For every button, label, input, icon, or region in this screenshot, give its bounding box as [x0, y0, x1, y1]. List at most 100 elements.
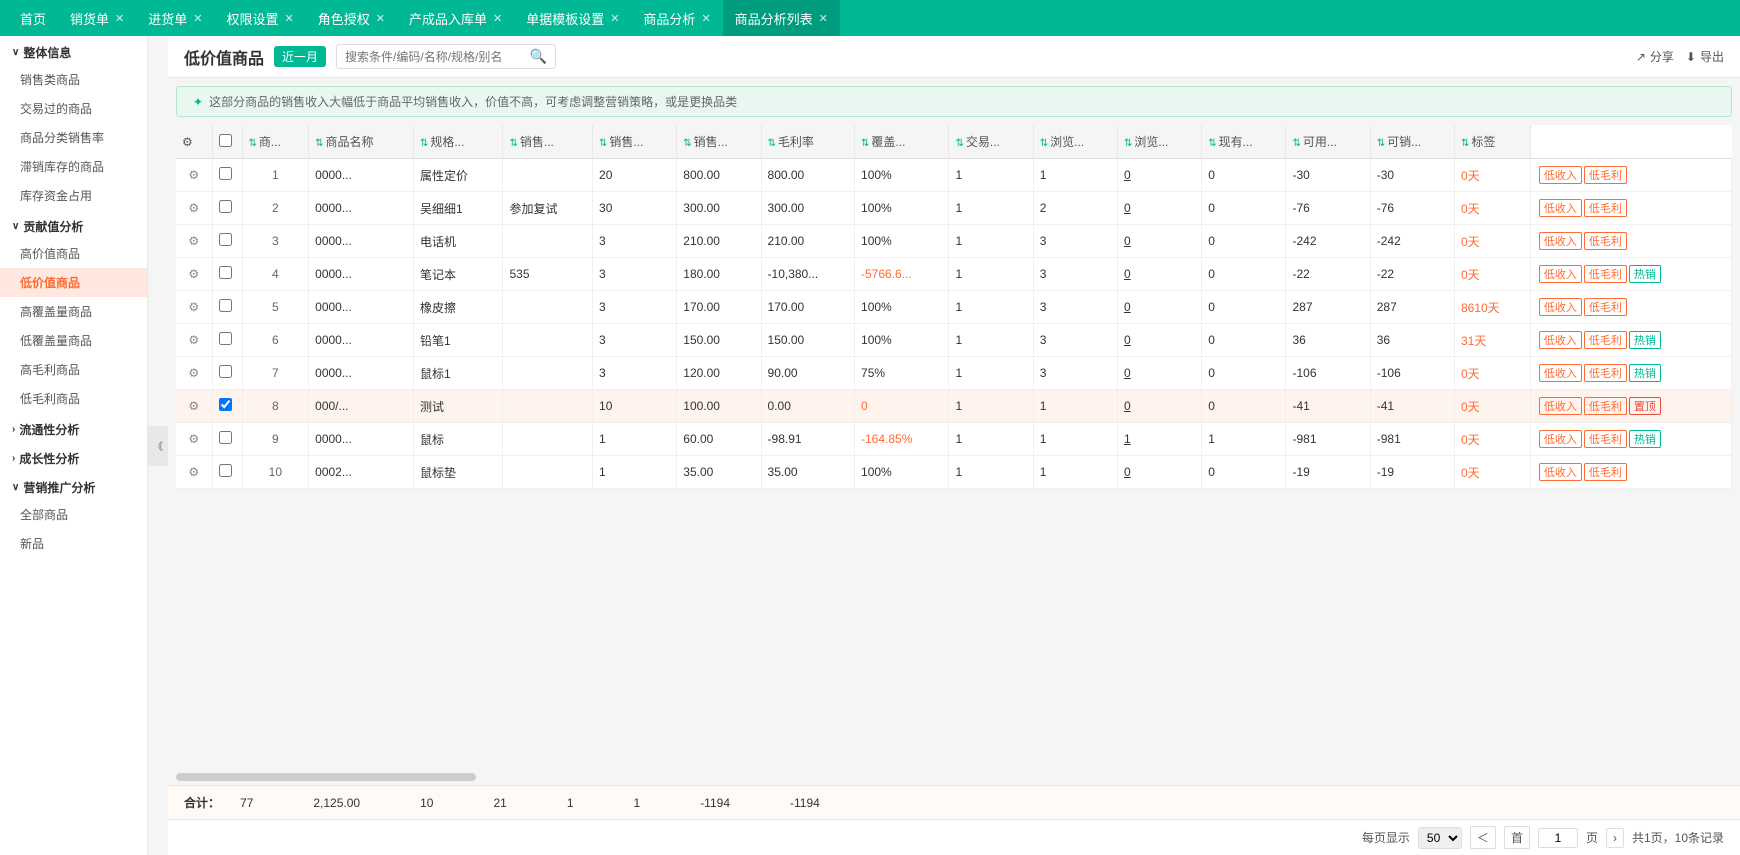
column-trade[interactable]: ⇅交易...	[949, 125, 1033, 159]
row-sales-qty: 1	[593, 423, 677, 456]
horizontal-scrollbar[interactable]	[176, 773, 1732, 781]
row-gear[interactable]: ⚙	[176, 159, 212, 192]
row-checkbox[interactable]	[219, 431, 232, 444]
row-gear[interactable]: ⚙	[176, 225, 212, 258]
row-checkbox[interactable]	[219, 299, 232, 312]
column-gear[interactable]: ⚙	[176, 125, 212, 159]
row-checkbox[interactable]	[219, 266, 232, 279]
column-gross-margin[interactable]: ⇅毛利率	[761, 125, 854, 159]
views1-link[interactable]: 0	[1124, 465, 1131, 479]
search-input[interactable]	[345, 50, 530, 64]
column-sellable[interactable]: ⇅可销...	[1370, 125, 1454, 159]
column-sales-other[interactable]: ⇅销售...	[677, 125, 761, 159]
column-sales-amount[interactable]: ⇅销售...	[593, 125, 677, 159]
close-icon[interactable]: ✕	[285, 12, 294, 25]
row-gear[interactable]: ⚙	[176, 324, 212, 357]
close-icon[interactable]: ✕	[610, 12, 619, 25]
column-code[interactable]: ⇅商...	[242, 125, 309, 159]
sidebar-item-new-products[interactable]: 新品	[0, 529, 147, 558]
nav-permission[interactable]: 权限设置 ✕	[214, 0, 305, 36]
sidebar-item-inventory-funds[interactable]: 库存资金占用	[0, 181, 147, 210]
nav-home[interactable]: 首页	[8, 0, 58, 36]
views1-link[interactable]: 0	[1124, 399, 1131, 413]
column-views2[interactable]: ⇅浏览...	[1117, 125, 1201, 159]
close-icon[interactable]: ✕	[493, 12, 502, 25]
sidebar-item-category-sales-rate[interactable]: 商品分类销售率	[0, 123, 147, 152]
row-gear[interactable]: ⚙	[176, 357, 212, 390]
sidebar-group-growth[interactable]: › 成长性分析	[0, 442, 147, 471]
row-gear[interactable]: ⚙	[176, 456, 212, 489]
sidebar-item-all-products[interactable]: 全部商品	[0, 500, 147, 529]
nav-product-analysis-list[interactable]: 商品分析列表 ✕	[723, 0, 840, 36]
views1-link[interactable]: 1	[1124, 432, 1131, 446]
column-sales-qty[interactable]: ⇅销售...	[503, 125, 593, 159]
column-current[interactable]: ⇅现有...	[1202, 125, 1286, 159]
sidebar-item-slow-moving[interactable]: 滞销库存的商品	[0, 152, 147, 181]
sidebar-item-low-value[interactable]: 低价值商品	[0, 268, 147, 297]
row-checkbox[interactable]	[219, 365, 232, 378]
next-page-button[interactable]: ›	[1606, 828, 1624, 848]
nav-product-in[interactable]: 产成品入库单 ✕	[397, 0, 514, 36]
sidebar-collapse-button[interactable]: 《	[148, 426, 168, 466]
column-tags[interactable]: ⇅标签	[1454, 125, 1530, 159]
export-button[interactable]: ⬇ 导出	[1686, 48, 1724, 65]
row-gear[interactable]: ⚙	[176, 423, 212, 456]
nav-product-analysis[interactable]: 商品分析 ✕	[631, 0, 722, 36]
prev-page-button[interactable]: ＜	[1470, 826, 1496, 849]
close-icon[interactable]: ✕	[701, 12, 710, 25]
content-header: 低价值商品 近一月 🔍 ↗ 分享 ⬇ 导出	[168, 36, 1740, 78]
views1-link[interactable]: 0	[1124, 300, 1131, 314]
views1-link[interactable]: 0	[1124, 168, 1131, 182]
row-gear[interactable]: ⚙	[176, 291, 212, 324]
row-checkbox[interactable]	[219, 398, 232, 411]
row-checkbox[interactable]	[219, 200, 232, 213]
first-page-button[interactable]: 首	[1504, 826, 1530, 849]
sidebar-item-traded-products[interactable]: 交易过的商品	[0, 94, 147, 123]
sidebar-group-overall[interactable]: ∨ 整体信息	[0, 36, 147, 65]
row-checkbox[interactable]	[219, 233, 232, 246]
select-all-checkbox[interactable]	[219, 134, 232, 147]
column-available[interactable]: ⇅可用...	[1286, 125, 1370, 159]
close-icon[interactable]: ✕	[376, 12, 385, 25]
sidebar-item-low-coverage[interactable]: 低覆盖量商品	[0, 326, 147, 355]
row-name: 属性定价	[413, 159, 503, 192]
close-icon[interactable]: ✕	[193, 12, 202, 25]
nav-purchase[interactable]: 进货单 ✕	[136, 0, 214, 36]
sidebar-item-sales-products[interactable]: 销售类商品	[0, 65, 147, 94]
sidebar-item-high-value[interactable]: 高价值商品	[0, 239, 147, 268]
row-gear[interactable]: ⚙	[176, 258, 212, 291]
views1-link[interactable]: 0	[1124, 201, 1131, 215]
nav-role[interactable]: 角色授权 ✕	[306, 0, 397, 36]
sidebar-item-high-coverage[interactable]: 高覆盖量商品	[0, 297, 147, 326]
row-days: 0天	[1454, 258, 1530, 291]
search-icon[interactable]: 🔍	[530, 48, 547, 65]
views1-link[interactable]: 0	[1124, 366, 1131, 380]
column-coverage[interactable]: ⇅覆盖...	[855, 125, 949, 159]
sidebar-group-liquidity[interactable]: › 流通性分析	[0, 413, 147, 442]
time-filter-button[interactable]: 近一月	[274, 46, 326, 67]
views1-link[interactable]: 0	[1124, 333, 1131, 347]
views1-link[interactable]: 0	[1124, 267, 1131, 281]
nav-template[interactable]: 单据模板设置 ✕	[514, 0, 631, 36]
column-views1[interactable]: ⇅浏览...	[1033, 125, 1117, 159]
row-checkbox[interactable]	[219, 167, 232, 180]
row-checkbox[interactable]	[219, 332, 232, 345]
column-name[interactable]: ⇅商品名称	[309, 125, 414, 159]
sidebar-item-high-margin[interactable]: 高毛利商品	[0, 355, 147, 384]
row-gear[interactable]: ⚙	[176, 192, 212, 225]
close-icon[interactable]: ✕	[115, 12, 124, 25]
close-icon[interactable]: ✕	[819, 12, 828, 25]
sidebar-group-contribution[interactable]: ∨ 贡献值分析	[0, 210, 147, 239]
row-checkbox[interactable]	[219, 464, 232, 477]
row-gear[interactable]: ⚙	[176, 390, 212, 423]
scrollbar-thumb[interactable]	[176, 773, 476, 781]
column-spec[interactable]: ⇅规格...	[413, 125, 503, 159]
sidebar-group-marketing[interactable]: ∨ 营销推广分析	[0, 471, 147, 500]
views1-link[interactable]: 0	[1124, 234, 1131, 248]
arrow-icon: ∨	[12, 221, 19, 232]
per-page-select[interactable]: 50	[1418, 827, 1462, 849]
nav-sales-order[interactable]: 销货单 ✕	[58, 0, 136, 36]
page-number-input[interactable]	[1538, 828, 1578, 848]
sidebar-item-low-margin[interactable]: 低毛利商品	[0, 384, 147, 413]
share-button[interactable]: ↗ 分享	[1636, 48, 1674, 65]
